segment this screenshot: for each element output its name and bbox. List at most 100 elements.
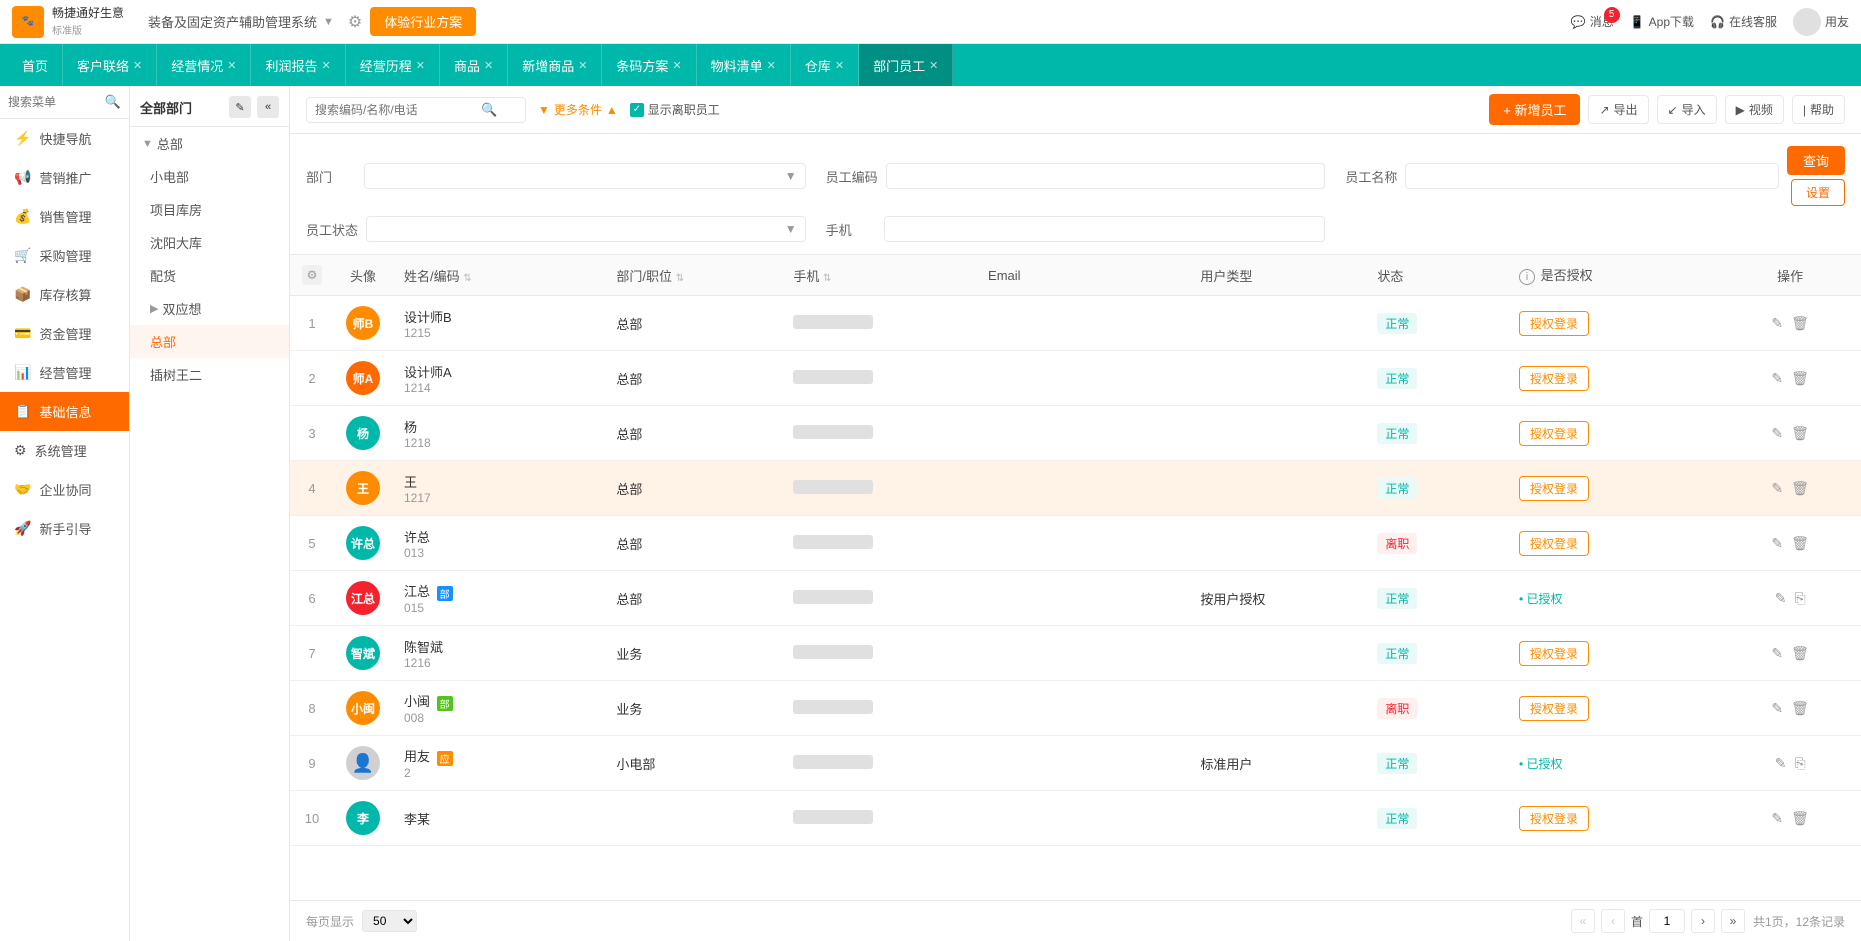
- tab-bom[interactable]: 物料清单✕: [697, 44, 791, 86]
- edit-icon-1[interactable]: ✎: [1771, 315, 1783, 332]
- edit-icon-2[interactable]: ✎: [1771, 370, 1783, 387]
- tree-shuangying-expand[interactable]: ▶: [150, 302, 158, 315]
- filter-phone-input[interactable]: [884, 216, 1326, 242]
- tree-item-peihuo[interactable]: 配货: [130, 259, 289, 292]
- sidebar-item-quick-nav[interactable]: ⚡ 快捷导航: [0, 119, 129, 158]
- online-service-btn[interactable]: 🎧 在线客服: [1710, 13, 1777, 30]
- auth-btn-4[interactable]: 授权登录: [1519, 476, 1589, 501]
- last-page-btn[interactable]: »: [1721, 909, 1745, 933]
- delete-icon-8[interactable]: 🗑: [1791, 700, 1809, 717]
- edit-icon-3[interactable]: ✎: [1771, 425, 1783, 442]
- per-page-select[interactable]: 50 100: [362, 910, 417, 932]
- tab-customer[interactable]: 客户联络✕: [63, 44, 157, 86]
- auth-btn-10[interactable]: 授权登录: [1519, 806, 1589, 831]
- user-area[interactable]: 用友: [1793, 8, 1849, 36]
- add-employee-btn[interactable]: + 新增员工: [1489, 94, 1580, 125]
- auth-btn-8[interactable]: 授权登录: [1519, 696, 1589, 721]
- tab-warehouse[interactable]: 仓库✕: [791, 44, 859, 86]
- sidebar-item-inventory[interactable]: 📦 库存核算: [0, 275, 129, 314]
- delete-icon-4[interactable]: 🗑: [1791, 480, 1809, 497]
- tree-item-zongbu[interactable]: 总部: [130, 325, 289, 358]
- sidebar-item-sales[interactable]: 💰 销售管理: [0, 197, 129, 236]
- message-btn[interactable]: 💬 消息 5: [1571, 13, 1614, 30]
- sidebar-item-marketing[interactable]: 📢 营销推广: [0, 158, 129, 197]
- search-icon[interactable]: 🔍: [481, 102, 497, 118]
- tab-profit-close[interactable]: ✕: [322, 59, 331, 72]
- tree-item-zongbu-root[interactable]: ▼ 总部: [130, 127, 289, 160]
- tree-item-project[interactable]: 项目库房: [130, 193, 289, 226]
- copy-icon-9[interactable]: ⎘: [1794, 755, 1805, 772]
- import-btn[interactable]: ↙ 导入: [1657, 95, 1717, 124]
- delete-icon-2[interactable]: 🗑: [1791, 370, 1809, 387]
- tab-operation-close[interactable]: ✕: [227, 59, 236, 72]
- query-btn[interactable]: 查询: [1787, 146, 1845, 175]
- sidebar-item-guide[interactable]: 🚀 新手引导: [0, 509, 129, 548]
- delete-icon-3[interactable]: 🗑: [1791, 425, 1809, 442]
- delete-icon-10[interactable]: 🗑: [1791, 810, 1809, 827]
- auth-btn-2[interactable]: 授权登录: [1519, 366, 1589, 391]
- tab-history-close[interactable]: ✕: [416, 59, 425, 72]
- tab-profit[interactable]: 利润报告✕: [251, 44, 345, 86]
- sidebar-search-icon[interactable]: 🔍: [105, 94, 121, 110]
- tab-dept-employee-close[interactable]: ✕: [929, 59, 938, 72]
- tab-warehouse-close[interactable]: ✕: [835, 59, 844, 72]
- auth-btn-7[interactable]: 授权登录: [1519, 641, 1589, 666]
- tree-item-xiaodibu[interactable]: 小电部: [130, 160, 289, 193]
- tab-history[interactable]: 经营历程✕: [346, 44, 440, 86]
- tab-home[interactable]: 首页: [8, 44, 63, 86]
- tab-dept-employee[interactable]: 部门员工✕: [859, 44, 953, 86]
- tree-item-shuangying[interactable]: ▶ 双应想: [130, 292, 289, 325]
- edit-icon-10[interactable]: ✎: [1771, 810, 1783, 827]
- col-dept-header[interactable]: 部门/职位 ⇅: [604, 255, 781, 296]
- filter-empname-input[interactable]: [1405, 163, 1779, 189]
- sidebar-item-system[interactable]: ⚙ 系统管理: [0, 431, 129, 470]
- sidebar-item-finance[interactable]: 💳 资金管理: [0, 314, 129, 353]
- try-btn[interactable]: 体验行业方案: [370, 7, 476, 36]
- tree-item-shenyang[interactable]: 沈阳大库: [130, 226, 289, 259]
- tree-header-collapse-icon[interactable]: «: [257, 96, 279, 118]
- delete-icon-5[interactable]: 🗑: [1791, 535, 1809, 552]
- phone-sort-icon[interactable]: ⇅: [823, 273, 831, 284]
- tab-goods-close[interactable]: ✕: [484, 59, 493, 72]
- tab-bom-close[interactable]: ✕: [767, 59, 776, 72]
- copy-icon-6[interactable]: ⎘: [1794, 590, 1805, 607]
- app-download-btn[interactable]: 📱 App下载: [1630, 13, 1694, 30]
- auth-info-icon[interactable]: i: [1519, 269, 1535, 285]
- show-resigned-wrap[interactable]: ✓ 显示离职员工: [630, 101, 720, 118]
- auth-btn-3[interactable]: 授权登录: [1519, 421, 1589, 446]
- first-page-btn[interactable]: «: [1571, 909, 1595, 933]
- filter-empcode-input[interactable]: [886, 163, 1326, 189]
- edit-icon-9[interactable]: ✎: [1775, 755, 1787, 772]
- more-filter-btn[interactable]: ▼ 更多条件 ▲: [538, 101, 618, 118]
- show-resigned-checkbox[interactable]: ✓: [630, 103, 644, 117]
- help-btn[interactable]: | 帮助: [1792, 95, 1845, 124]
- tab-barcode[interactable]: 条码方案✕: [602, 44, 696, 86]
- settings-gear-icon[interactable]: ⚙: [348, 12, 362, 32]
- edit-icon-7[interactable]: ✎: [1771, 645, 1783, 662]
- view-btn[interactable]: ▶ 视频: [1725, 95, 1784, 124]
- edit-icon-8[interactable]: ✎: [1771, 700, 1783, 717]
- edit-icon-5[interactable]: ✎: [1771, 535, 1783, 552]
- sidebar-search-input[interactable]: [8, 95, 101, 109]
- auth-btn-1[interactable]: 授权登录: [1519, 311, 1589, 336]
- filter-dept-select[interactable]: ▼: [364, 163, 806, 189]
- sidebar-item-purchase[interactable]: 🛒 采购管理: [0, 236, 129, 275]
- delete-icon-1[interactable]: 🗑: [1791, 315, 1809, 332]
- dept-sort-icon[interactable]: ⇅: [676, 273, 684, 284]
- export-btn[interactable]: ↗ 导出: [1588, 95, 1648, 124]
- col-name-header[interactable]: 姓名/编码 ⇅: [392, 255, 604, 296]
- system-dropdown-arrow[interactable]: ▼: [323, 16, 334, 28]
- edit-icon-6[interactable]: ✎: [1775, 590, 1787, 607]
- tree-header-edit-icon[interactable]: ✎: [229, 96, 251, 118]
- page-input[interactable]: [1649, 909, 1685, 933]
- name-sort-icon[interactable]: ⇅: [463, 273, 471, 284]
- col-phone-header[interactable]: 手机 ⇅: [781, 255, 976, 296]
- th-gear-btn[interactable]: ⚙: [302, 265, 322, 285]
- tab-operation[interactable]: 经营情况✕: [157, 44, 251, 86]
- auth-btn-5[interactable]: 授权登录: [1519, 531, 1589, 556]
- tab-new-goods-close[interactable]: ✕: [578, 59, 587, 72]
- delete-icon-7[interactable]: 🗑: [1791, 645, 1809, 662]
- filter-empstatus-select[interactable]: ▼: [366, 216, 806, 242]
- tree-expand-icon[interactable]: ▼: [142, 138, 153, 150]
- tree-item-chashuwang[interactable]: 插树王二: [130, 358, 289, 391]
